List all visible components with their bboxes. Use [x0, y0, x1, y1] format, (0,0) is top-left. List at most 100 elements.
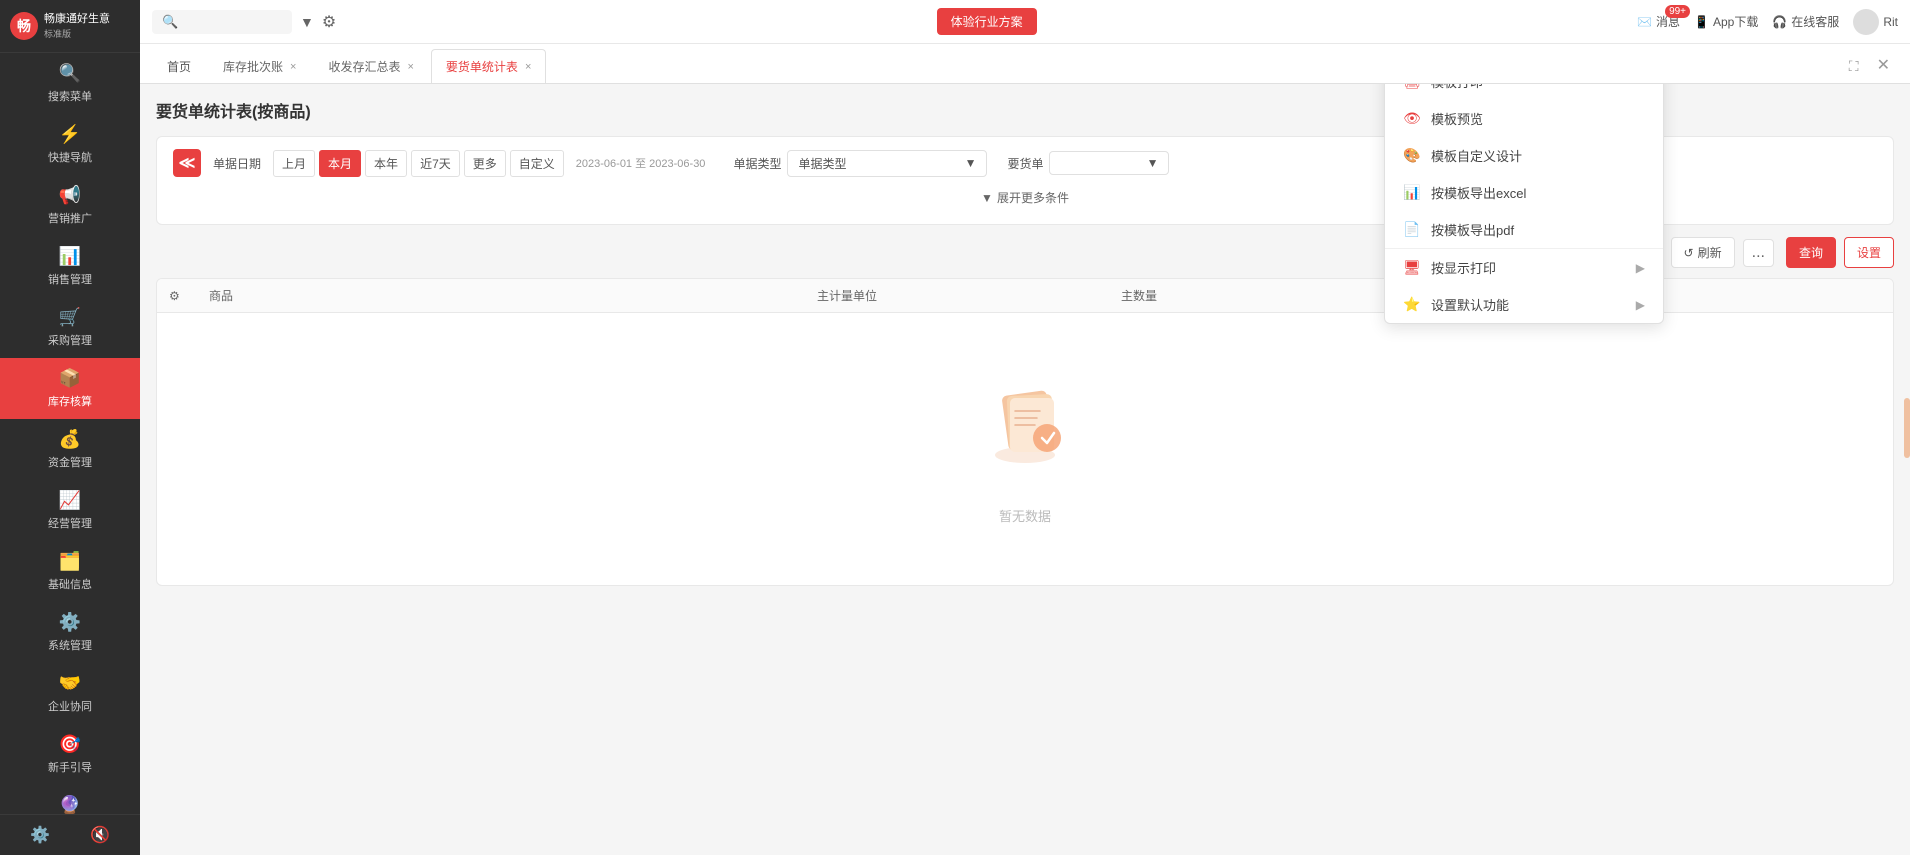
tabs-bar: 首页库存批次账×收发存汇总表×要货单统计表× ⛶ ✕ — [140, 44, 1910, 84]
sidebar-item-finance[interactable]: 💰资金管理 — [0, 419, 140, 480]
sidebar-item-search[interactable]: 🔍 搜索菜单 — [0, 53, 140, 114]
sidebar-label-collab: 企业协同 — [48, 698, 92, 714]
sidebar-footer: ⚙️ 🔇 — [0, 814, 140, 855]
tab-receipt-summary[interactable]: 收发存汇总表× — [313, 49, 428, 83]
sidebar-icon-purchase: 🛒 — [59, 307, 81, 328]
tab-close-receipt-summary[interactable]: × — [407, 61, 413, 73]
search-icon: 🔍 — [162, 14, 178, 30]
sidebar-label-purchase: 采购管理 — [48, 332, 92, 348]
tab-label-home: 首页 — [167, 58, 191, 75]
type-filter: 单据类型 单据类型 ▼ — [733, 150, 987, 177]
yaohuo-label: 要货单 — [1007, 155, 1043, 172]
sidebar-item-collab[interactable]: 🤝企业协同 — [0, 663, 140, 724]
maximize-icon[interactable]: ⛶ — [1841, 50, 1867, 83]
sidebar-item-quick-nav[interactable]: ⚡ 快捷导航 — [0, 114, 140, 175]
sidebar-label-basic: 基础信息 — [48, 576, 92, 592]
tab-inventory-batch[interactable]: 库存批次账 × — [208, 49, 311, 83]
sidebar-item-operation[interactable]: 📈经营管理 — [0, 480, 140, 541]
tab-home[interactable]: 首页 — [152, 49, 206, 83]
sidebar-sound-icon[interactable]: 🔇 — [90, 825, 110, 845]
print-item-label-display-print: 按显示打印 — [1431, 258, 1496, 277]
sidebar-item-app[interactable]: 🔮应用中心 — [0, 785, 140, 814]
filter-collapse-btn[interactable]: ≪ — [173, 149, 201, 177]
empty-icon — [975, 373, 1075, 492]
topbar-settings-icon[interactable]: ⚙ — [322, 12, 336, 32]
user-name: Rit — [1883, 15, 1898, 29]
print-item-display-print[interactable]: 🖥按显示打印▶ — [1385, 249, 1663, 286]
trial-button[interactable]: 体验行业方案 — [937, 8, 1037, 35]
sidebar-icon-marketing: 📢 — [59, 185, 81, 206]
empty-text: 暂无数据 — [999, 506, 1051, 525]
print-item-icon-template-preview: 👁 — [1403, 110, 1421, 127]
date-btn-本月[interactable]: 本月 — [319, 150, 361, 177]
sidebar-nav: 🔍 搜索菜单 ⚡ 快捷导航 📢营销推广📊销售管理 🛒 采购管理 📦库存核算💰资金管理📈经营管理… — [0, 53, 140, 814]
search-box[interactable]: 🔍 — [152, 10, 292, 34]
tab-order-stats[interactable]: 要货单统计表 × — [431, 49, 546, 83]
date-btn-更多[interactable]: 更多 — [464, 150, 506, 177]
tab-label-order-stats: 要货单统计表 — [446, 58, 518, 75]
print-dropdown-items: 🖨模板打印👁模板预览🎨模板自定义设计📊按模板导出excel📄按模板导出pdf 🖥 按… — [1385, 84, 1663, 323]
type-select-placeholder: 单据类型 — [798, 155, 846, 172]
sidebar-label-search: 搜索菜单 — [48, 88, 92, 104]
sidebar-label-quick-nav: 快捷导航 — [48, 149, 92, 165]
date-btn-本年[interactable]: 本年 — [365, 150, 407, 177]
print-item-set-default[interactable]: ⭐设置默认功能▶ — [1385, 286, 1663, 323]
date-btn-自定义[interactable]: 自定义 — [510, 150, 564, 177]
sidebar-icon-operation: 📈 — [59, 490, 81, 511]
tab-close-order-stats[interactable]: × — [525, 61, 531, 73]
scroll-indicator[interactable] — [1904, 398, 1910, 458]
topbar-dropdown-icon[interactable]: ▼ — [300, 14, 314, 30]
user-avatar[interactable]: Rit — [1853, 9, 1898, 35]
sidebar-item-marketing[interactable]: 📢营销推广 — [0, 175, 140, 236]
yaohuo-select[interactable]: ▼ — [1049, 151, 1169, 175]
tab-close-inventory-batch[interactable]: × — [290, 61, 296, 73]
avatar — [1853, 9, 1879, 35]
print-item-label-export-pdf: 按模板导出pdf — [1431, 220, 1514, 239]
app-download-btn[interactable]: 📱 App下载 — [1694, 13, 1758, 30]
sidebar-settings-icon[interactable]: ⚙️ — [30, 825, 50, 845]
refresh-btn[interactable]: ↺ 刷新 — [1671, 237, 1735, 268]
sidebar-item-system[interactable]: ⚙️系统管理 — [0, 602, 140, 663]
table-col-settings[interactable]: ⚙ — [169, 289, 209, 303]
print-item-template-preview[interactable]: 👁模板预览 — [1385, 100, 1663, 137]
sidebar-icon-quick-nav: ⚡ — [59, 124, 81, 145]
close-window-icon[interactable]: ✕ — [1869, 47, 1898, 83]
yaohuo-filter: 要货单 ▼ — [1007, 151, 1169, 175]
print-item-export-pdf[interactable]: 📄按模板导出pdf — [1385, 211, 1663, 248]
sidebar-icon-search: 🔍 — [59, 63, 81, 84]
settings-btn[interactable]: 设置 — [1844, 237, 1894, 268]
date-btn-近7天[interactable]: 近7天 — [411, 150, 460, 177]
topbar-right: ✉️ 消息 99+ 📱 App下载 🎧 在线客服 Rit — [1637, 9, 1898, 35]
sidebar-item-basic[interactable]: 🗂️基础信息 — [0, 541, 140, 602]
messages-btn[interactable]: ✉️ 消息 99+ — [1637, 13, 1680, 30]
date-btn-上月[interactable]: 上月 — [273, 150, 315, 177]
print-item-export-excel[interactable]: 📊按模板导出excel — [1385, 174, 1663, 211]
type-dropdown-icon: ▼ — [965, 156, 977, 170]
type-select[interactable]: 单据类型 ▼ — [787, 150, 987, 177]
tab-label-inventory-batch: 库存批次账 — [223, 58, 283, 75]
sidebar: 畅 畅康通好生意 标准版 🔍搜索菜单⚡快捷导航📢营销推广📊销售管理🛒采购管理📦库… — [0, 0, 140, 855]
sidebar-item-guide[interactable]: 🎯新手引导 — [0, 724, 140, 785]
sidebar-item-inventory[interactable]: 📦库存核算 — [0, 358, 140, 419]
message-icon: ✉️ — [1637, 15, 1652, 29]
query-btn[interactable]: 查询 — [1786, 237, 1836, 268]
more-options-btn[interactable]: ... — [1743, 239, 1774, 267]
print-item-icon-display-print: 🖥 — [1403, 259, 1421, 276]
logo-text: 畅康通好生意 标准版 — [44, 12, 110, 39]
data-table: ⚙ 商品 主计量单位 主数量 零售金额 — [156, 278, 1894, 586]
table-col-qty: 主数量 — [1121, 287, 1425, 304]
print-item-template-print[interactable]: 🖨模板打印 — [1385, 84, 1663, 100]
sidebar-icon-app: 🔮 — [59, 795, 81, 814]
column-settings-icon[interactable]: ⚙ — [169, 289, 180, 303]
refresh-icon: ↺ — [1684, 246, 1694, 260]
yaohuo-dropdown-icon: ▼ — [1147, 156, 1159, 170]
sidebar-item-sales[interactable]: 📊销售管理 — [0, 236, 140, 297]
print-item-template-design[interactable]: 🎨模板自定义设计 — [1385, 137, 1663, 174]
print-item-label-template-print: 模板打印 — [1431, 84, 1483, 91]
page-content: 要货单统计表(按商品) ≪ 单据日期 上月本月本年近7天更多自定义 2023-0… — [140, 84, 1910, 855]
sidebar-label-inventory: 库存核算 — [48, 393, 92, 409]
online-service-btn[interactable]: 🎧 在线客服 — [1772, 13, 1839, 30]
sidebar-item-purchase[interactable]: 🛒 采购管理 — [0, 297, 140, 358]
type-label: 单据类型 — [733, 155, 781, 172]
search-input[interactable] — [184, 15, 274, 29]
